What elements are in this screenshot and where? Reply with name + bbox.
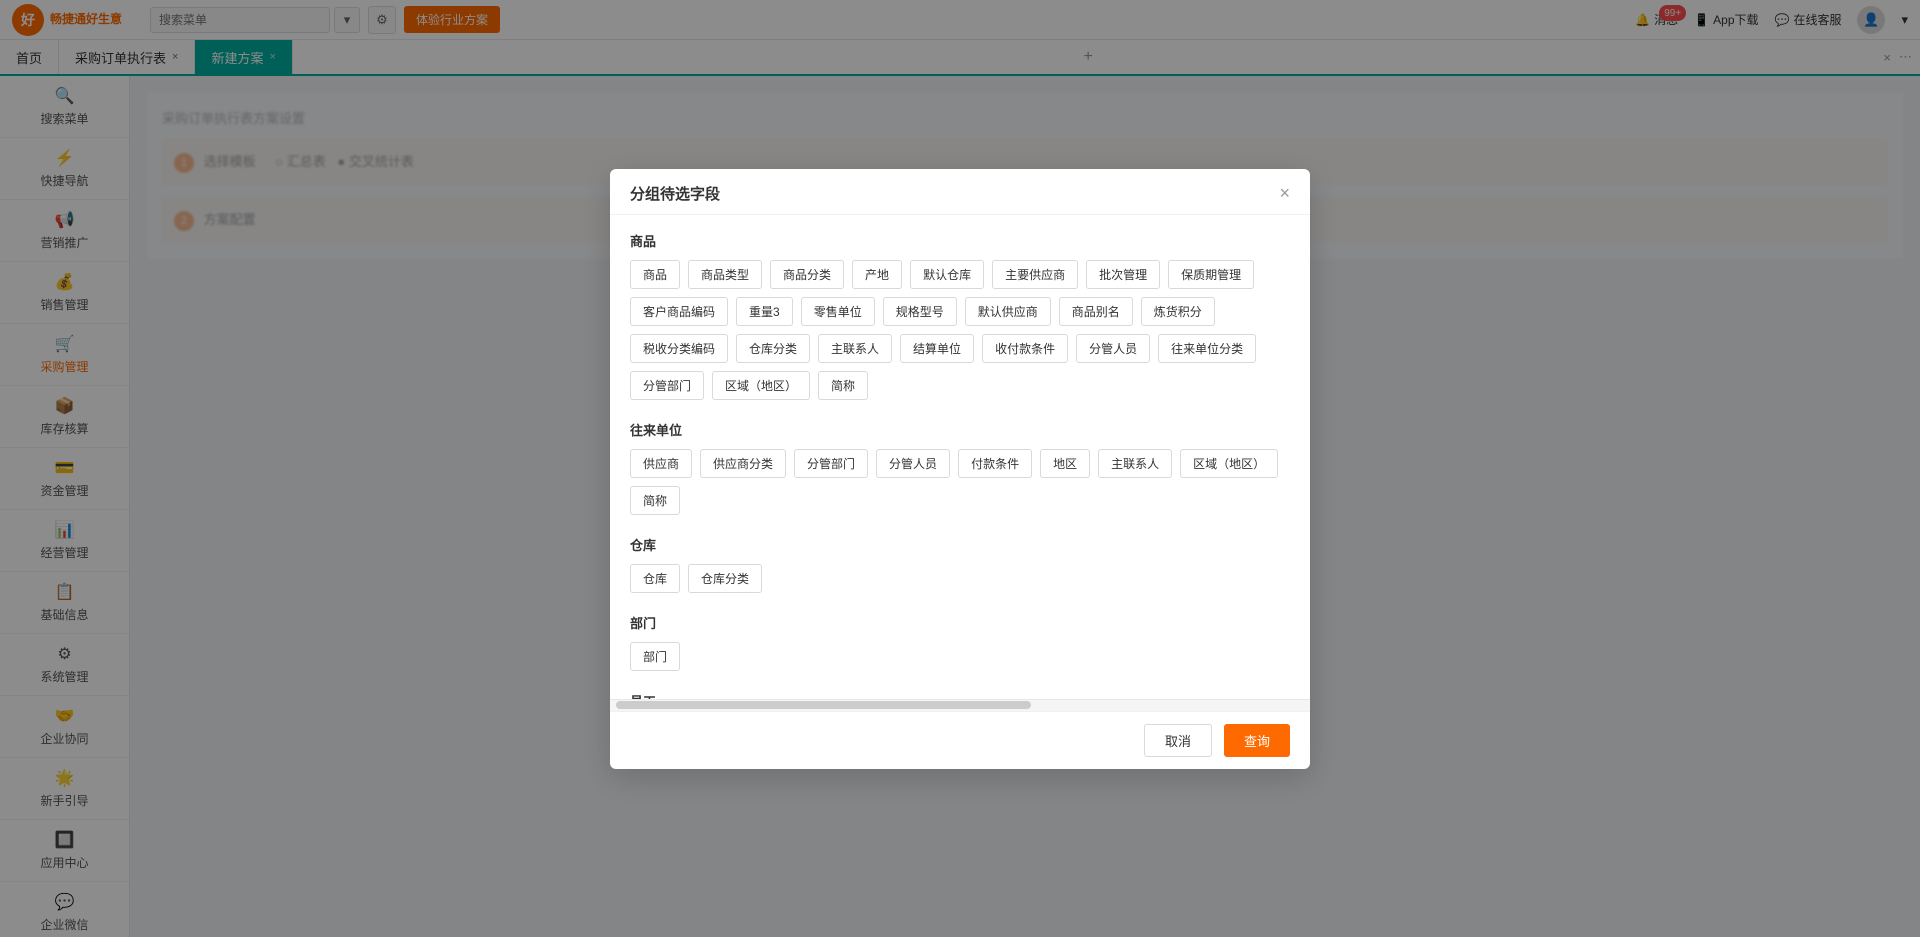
section-goods: 商品 商品 商品类型 商品分类 产地 默认仓库 主要供应商 批次管理 保质期管理…	[630, 231, 1290, 400]
field-tag[interactable]: 仓库	[630, 564, 680, 593]
field-tag[interactable]: 分管人员	[876, 449, 950, 478]
modal-header: 分组待选字段 ×	[610, 169, 1310, 215]
field-tag[interactable]: 区域（地区）	[1180, 449, 1278, 478]
section-goods-tags: 商品 商品类型 商品分类 产地 默认仓库 主要供应商 批次管理 保质期管理 客户…	[630, 260, 1290, 400]
field-tag[interactable]: 主要供应商	[992, 260, 1078, 289]
field-tag[interactable]: 仓库分类	[736, 334, 810, 363]
confirm-button[interactable]: 查询	[1224, 724, 1290, 757]
field-tag[interactable]: 主联系人	[1098, 449, 1172, 478]
field-tag[interactable]: 商品	[630, 260, 680, 289]
field-tag[interactable]: 部门	[630, 642, 680, 671]
section-warehouse: 仓库 仓库 仓库分类	[630, 535, 1290, 593]
field-tag[interactable]: 付款条件	[958, 449, 1032, 478]
field-tag[interactable]: 仓库分类	[688, 564, 762, 593]
field-tag[interactable]: 默认供应商	[965, 297, 1051, 326]
field-tag[interactable]: 分管部门	[630, 371, 704, 400]
field-tag[interactable]: 零售单位	[801, 297, 875, 326]
field-tag[interactable]: 简称	[818, 371, 868, 400]
field-tag[interactable]: 商品类型	[688, 260, 762, 289]
modal-body[interactable]: 商品 商品 商品类型 商品分类 产地 默认仓库 主要供应商 批次管理 保质期管理…	[610, 215, 1310, 699]
modal-horizontal-scrollbar[interactable]	[610, 699, 1310, 711]
field-tag[interactable]: 商品分类	[770, 260, 844, 289]
field-tag[interactable]: 重量3	[736, 297, 793, 326]
modal-title: 分组待选字段	[630, 183, 720, 204]
field-tag[interactable]: 默认仓库	[910, 260, 984, 289]
field-tag[interactable]: 分管部门	[794, 449, 868, 478]
field-tag[interactable]: 税收分类编码	[630, 334, 728, 363]
section-goods-title: 商品	[630, 231, 1290, 250]
field-tag[interactable]: 商品别名	[1059, 297, 1133, 326]
section-counterpart-tags: 供应商 供应商分类 分管部门 分管人员 付款条件 地区 主联系人 区域（地区） …	[630, 449, 1290, 515]
section-employee: 员工 业务员	[630, 691, 1290, 699]
field-tag[interactable]: 保质期管理	[1168, 260, 1254, 289]
hscroll-thumb	[616, 701, 1031, 709]
section-counterpart: 往来单位 供应商 供应商分类 分管部门 分管人员 付款条件 地区 主联系人 区域…	[630, 420, 1290, 515]
field-tag[interactable]: 产地	[852, 260, 902, 289]
field-tag[interactable]: 供应商	[630, 449, 692, 478]
field-tag[interactable]: 区域（地区）	[712, 371, 810, 400]
field-tag[interactable]: 供应商分类	[700, 449, 786, 478]
section-employee-title: 员工	[630, 691, 1290, 699]
section-counterpart-title: 往来单位	[630, 420, 1290, 439]
modal-overlay: 分组待选字段 × 商品 商品 商品类型 商品分类 产地 默认仓库 主要供应商 批…	[0, 0, 1920, 937]
modal-footer: 取消 查询	[610, 711, 1310, 769]
section-warehouse-title: 仓库	[630, 535, 1290, 554]
field-tag[interactable]: 主联系人	[818, 334, 892, 363]
section-warehouse-tags: 仓库 仓库分类	[630, 564, 1290, 593]
field-select-modal: 分组待选字段 × 商品 商品 商品类型 商品分类 产地 默认仓库 主要供应商 批…	[610, 169, 1310, 769]
section-department-tags: 部门	[630, 642, 1290, 671]
cancel-button[interactable]: 取消	[1144, 724, 1212, 757]
modal-close-btn[interactable]: ×	[1279, 183, 1290, 204]
field-tag[interactable]: 往来单位分类	[1158, 334, 1256, 363]
section-department-title: 部门	[630, 613, 1290, 632]
field-tag[interactable]: 收付款条件	[982, 334, 1068, 363]
field-tag[interactable]: 批次管理	[1086, 260, 1160, 289]
field-tag[interactable]: 客户商品编码	[630, 297, 728, 326]
field-tag[interactable]: 规格型号	[883, 297, 957, 326]
field-tag[interactable]: 简称	[630, 486, 680, 515]
field-tag[interactable]: 结算单位	[900, 334, 974, 363]
field-tag[interactable]: 分管人员	[1076, 334, 1150, 363]
field-tag[interactable]: 炼货积分	[1141, 297, 1215, 326]
section-department: 部门 部门	[630, 613, 1290, 671]
field-tag[interactable]: 地区	[1040, 449, 1090, 478]
